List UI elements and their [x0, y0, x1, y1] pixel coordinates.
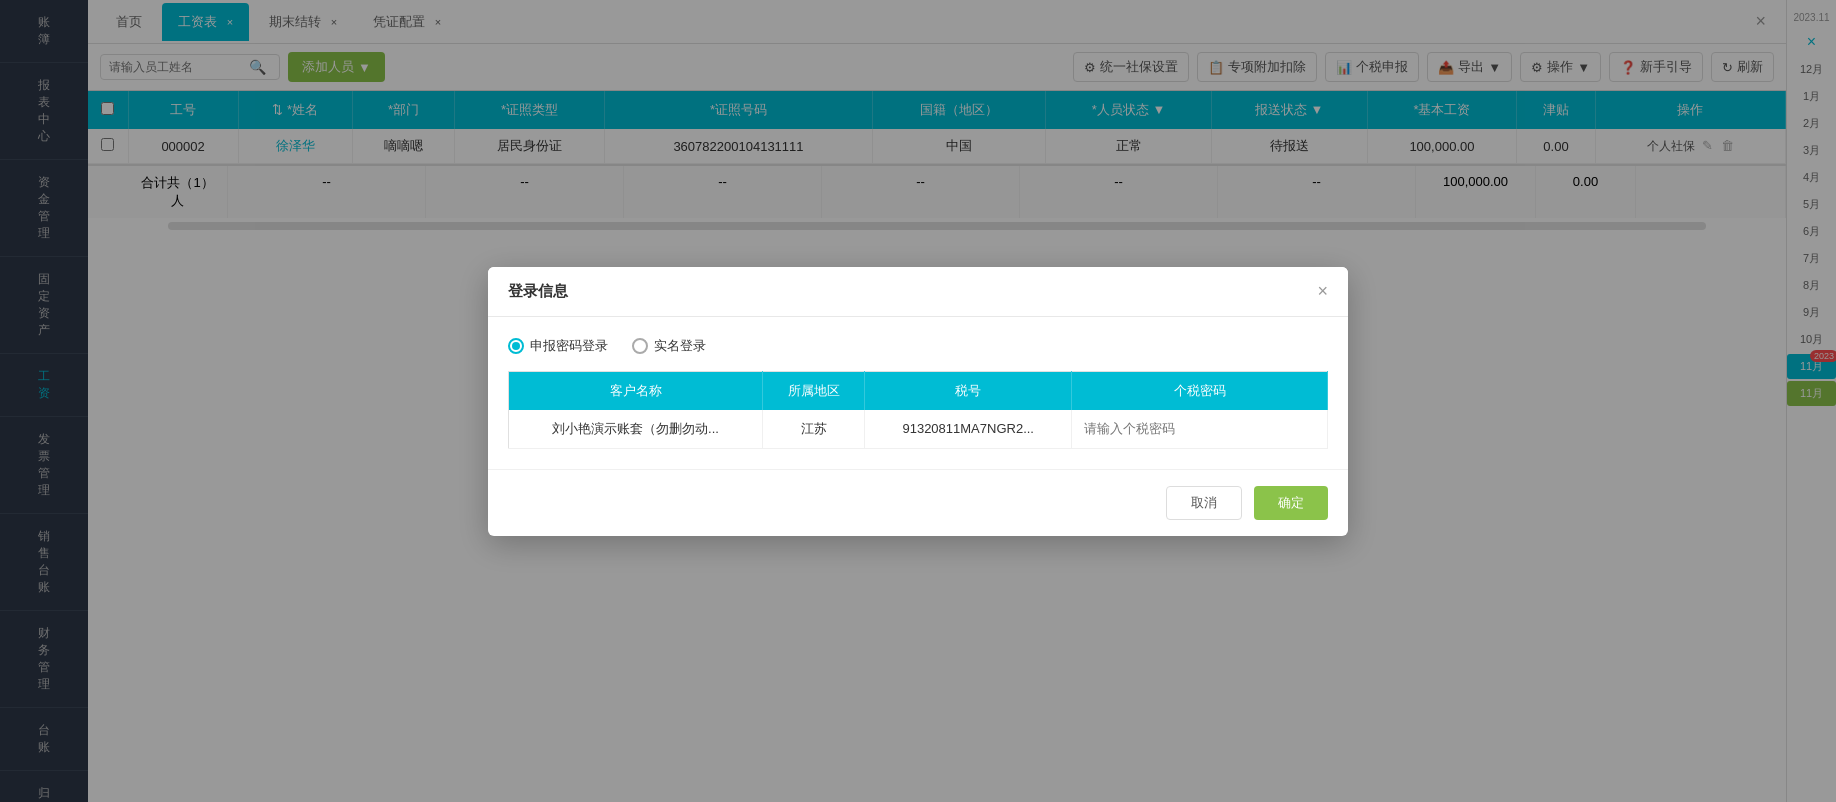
inner-col-client-name: 客户名称: [509, 371, 763, 410]
dialog-title: 登录信息: [508, 282, 568, 301]
confirm-button[interactable]: 确定: [1254, 486, 1328, 520]
dialog-footer: 取消 确定: [488, 469, 1348, 536]
login-info-table: 客户名称 所属地区 税号 个税密码 刘小艳演示账套（勿删勿动... 江苏 913…: [508, 371, 1328, 449]
login-dialog: 登录信息 × 申报密码登录 实名登录 客户名称 所属地区: [488, 267, 1348, 536]
dialog-body: 申报密码登录 实名登录 客户名称 所属地区 税号 个税密码: [488, 317, 1348, 469]
radio-pwd-btn[interactable]: [508, 338, 524, 354]
radio-real-login[interactable]: 实名登录: [632, 337, 706, 355]
inner-col-tax-password: 个税密码: [1072, 371, 1328, 410]
inner-cell-client-name: 刘小艳演示账套（勿删勿动...: [509, 410, 763, 449]
radio-real-btn[interactable]: [632, 338, 648, 354]
inner-col-tax-id: 税号: [865, 371, 1072, 410]
inner-cell-tax-password[interactable]: [1072, 410, 1328, 449]
dialog-close-button[interactable]: ×: [1317, 281, 1328, 302]
login-type-radio-group: 申报密码登录 实名登录: [508, 337, 1328, 355]
radio-pwd-login[interactable]: 申报密码登录: [508, 337, 608, 355]
inner-cell-region: 江苏: [763, 410, 865, 449]
inner-cell-tax-id: 91320811MA7NGR2...: [865, 410, 1072, 449]
modal-overlay: 登录信息 × 申报密码登录 实名登录 客户名称 所属地区: [0, 0, 1836, 802]
cancel-button[interactable]: 取消: [1166, 486, 1242, 520]
tax-password-input[interactable]: [1084, 421, 1315, 436]
inner-table-row: 刘小艳演示账套（勿删勿动... 江苏 91320811MA7NGR2...: [509, 410, 1328, 449]
inner-col-region: 所属地区: [763, 371, 865, 410]
dialog-header: 登录信息 ×: [488, 267, 1348, 317]
